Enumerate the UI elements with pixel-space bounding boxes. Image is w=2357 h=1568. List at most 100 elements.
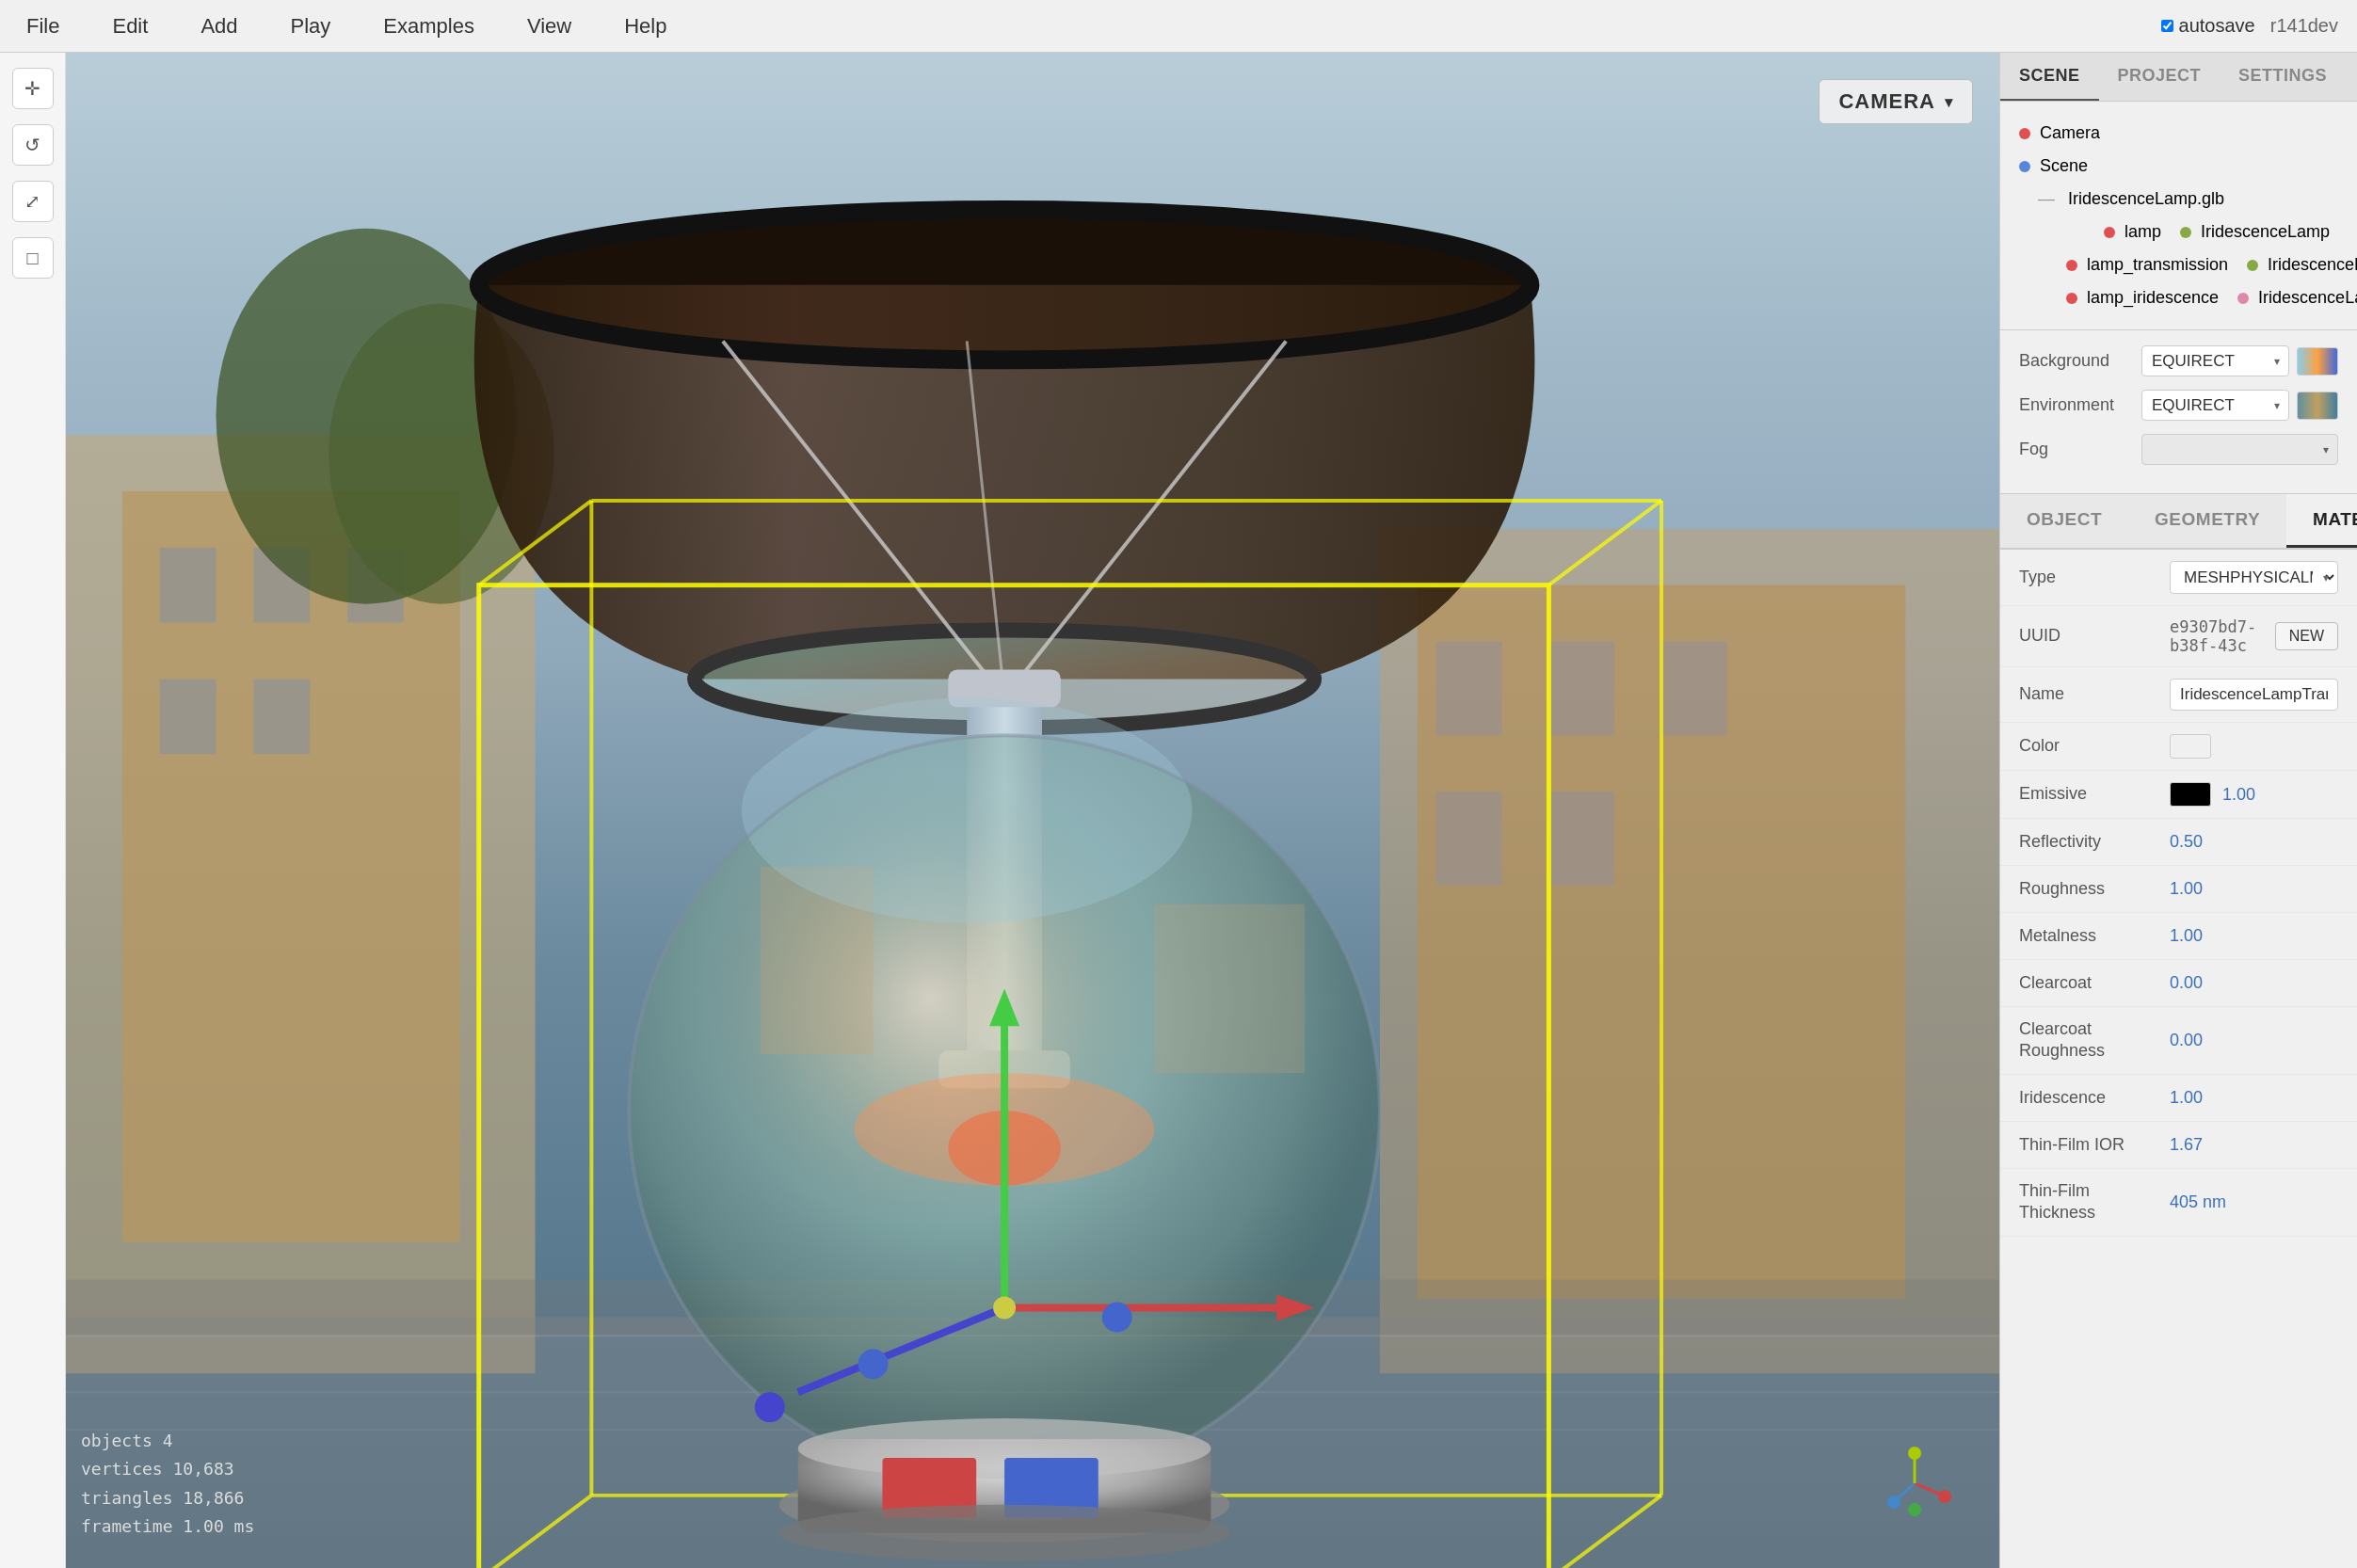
roughness-row: Roughness 1.00 xyxy=(2000,866,2357,913)
lamp2-dot xyxy=(2180,227,2191,238)
iridescence-label: Iridescence xyxy=(2019,1087,2170,1109)
scale-tool-button[interactable]: ⤢ xyxy=(12,181,54,222)
tree-item-scene[interactable]: Scene xyxy=(2000,150,2357,183)
environment-thumbnail[interactable] xyxy=(2297,392,2338,420)
tree-item-iridescence[interactable]: lamp_iridescence IridescenceLamp xyxy=(2000,281,2357,314)
fog-label: Fog xyxy=(2019,440,2141,459)
menu-file[interactable]: File xyxy=(19,10,67,42)
move-tool-button[interactable]: ✛ xyxy=(12,68,54,109)
stat-objects: objects 4 xyxy=(81,1427,254,1456)
camera-tree-label: Camera xyxy=(2040,123,2100,143)
viewport[interactable]: CAMERA ▾ objects 4 vertices 10,683 trian… xyxy=(66,53,1999,1568)
object-geometry-material-tabs: OBJECT GEOMETRY MATERIAL xyxy=(2000,494,2357,550)
uuid-value: e9307bd7-b38f-43c xyxy=(2170,617,2266,655)
svg-line-67 xyxy=(1915,1483,1941,1495)
svg-text:Y: Y xyxy=(1911,1448,1917,1459)
environment-label: Environment xyxy=(2019,395,2141,415)
autosave-checkbox[interactable] xyxy=(2161,20,2173,32)
scale-icon: ⤢ xyxy=(24,190,40,213)
tree-item-lamp[interactable]: lamp IridescenceLamp xyxy=(2000,216,2357,248)
clearcoat-label: Clearcoat xyxy=(2019,972,2170,994)
right-panel: SCENE PROJECT SETTINGS Camera Scene — Ir… xyxy=(1999,53,2357,1568)
stat-triangles: triangles 18,866 xyxy=(81,1484,254,1513)
main-area: ✛ ↺ ⤢ □ xyxy=(0,53,2357,1568)
tree-item-camera[interactable]: Camera xyxy=(2000,117,2357,150)
select-tool-button[interactable]: □ xyxy=(12,237,54,279)
background-select[interactable]: EQUIRECT xyxy=(2141,345,2289,376)
name-label: Name xyxy=(2019,683,2170,705)
menu-view[interactable]: View xyxy=(520,10,579,42)
uuid-row: UUID e9307bd7-b38f-43c NEW xyxy=(2000,606,2357,667)
stats-overlay: objects 4 vertices 10,683 triangles 18,8… xyxy=(81,1427,254,1542)
tab-material[interactable]: MATERIAL xyxy=(2286,494,2357,548)
autosave-toggle[interactable]: autosave xyxy=(2161,15,2255,37)
background-thumbnail[interactable] xyxy=(2297,347,2338,376)
menu-edit[interactable]: Edit xyxy=(104,10,155,42)
svg-point-54 xyxy=(779,1505,1230,1561)
emissive-swatch[interactable] xyxy=(2170,782,2211,807)
move-icon: ✛ xyxy=(24,77,40,100)
tab-geometry[interactable]: GEOMETRY xyxy=(2128,494,2286,548)
reflectivity-value[interactable]: 0.50 xyxy=(2170,832,2203,852)
roughness-label: Roughness xyxy=(2019,878,2170,900)
tab-scene[interactable]: SCENE xyxy=(2000,53,2099,101)
iridescence-value[interactable]: 1.00 xyxy=(2170,1088,2203,1108)
new-uuid-button[interactable]: NEW xyxy=(2275,622,2338,650)
metalness-value[interactable]: 1.00 xyxy=(2170,926,2203,946)
camera-button[interactable]: CAMERA ▾ xyxy=(1819,79,1973,124)
menu-add[interactable]: Add xyxy=(193,10,245,42)
trans2-dot xyxy=(2247,260,2258,271)
environment-select-wrapper: EQUIRECT ▾ xyxy=(2141,390,2289,421)
tab-project[interactable]: PROJECT xyxy=(2099,53,2221,101)
emissive-row: Emissive 1.00 xyxy=(2000,771,2357,819)
lamp-label: lamp xyxy=(2125,222,2161,242)
rotate-icon: ↺ xyxy=(24,134,40,156)
metalness-label: Metalness xyxy=(2019,925,2170,947)
fog-select[interactable] xyxy=(2141,434,2338,465)
emissive-value-row: 1.00 xyxy=(2170,782,2255,807)
type-row: Type MESHPHYSICALMATE ▾ xyxy=(2000,550,2357,606)
svg-rect-12 xyxy=(1661,642,1727,736)
left-toolbar: ✛ ↺ ⤢ □ xyxy=(0,53,66,1568)
trans-label: lamp_transmission xyxy=(2087,255,2228,275)
stat-vertices: vertices 10,683 xyxy=(81,1455,254,1484)
irid-dot xyxy=(2066,293,2077,304)
tab-object[interactable]: OBJECT xyxy=(2000,494,2128,548)
type-select-wrapper: MESHPHYSICALMATE ▾ xyxy=(2170,561,2338,594)
uuid-label: UUID xyxy=(2019,625,2170,647)
menu-play[interactable]: Play xyxy=(283,10,339,42)
clearcoat-value[interactable]: 0.00 xyxy=(2170,973,2203,993)
environment-row: Environment EQUIRECT ▾ xyxy=(2019,390,2338,421)
svg-rect-11 xyxy=(1548,642,1614,736)
type-select[interactable]: MESHPHYSICALMATE xyxy=(2170,561,2338,594)
svg-text:X: X xyxy=(1941,1492,1948,1502)
camera-dot xyxy=(2019,128,2030,139)
color-swatch[interactable] xyxy=(2170,734,2211,759)
thin-film-thickness-value[interactable]: 405 nm xyxy=(2170,1192,2226,1212)
stat-frametime: frametime 1.00 ms xyxy=(81,1512,254,1542)
roughness-value[interactable]: 1.00 xyxy=(2170,879,2203,899)
menu-examples[interactable]: Examples xyxy=(376,10,482,42)
type-label: Type xyxy=(2019,567,2170,588)
thin-film-ior-value[interactable]: 1.67 xyxy=(2170,1135,2203,1155)
menu-help[interactable]: Help xyxy=(617,10,674,42)
svg-rect-7 xyxy=(253,679,310,754)
tab-settings[interactable]: SETTINGS xyxy=(2220,53,2346,101)
clearcoat-roughness-value[interactable]: 0.00 xyxy=(2170,1031,2203,1050)
name-input[interactable] xyxy=(2170,679,2338,711)
tree-item-glb[interactable]: — IridescenceLamp.glb xyxy=(2000,183,2357,216)
environment-select[interactable]: EQUIRECT xyxy=(2141,390,2289,421)
thin-film-thickness-row: Thin-FilmThickness 405 nm xyxy=(2000,1169,2357,1237)
metalness-row: Metalness 1.00 xyxy=(2000,913,2357,960)
emissive-number[interactable]: 1.00 xyxy=(2222,785,2255,805)
clearcoat-roughness-label: ClearcoatRoughness xyxy=(2019,1018,2170,1063)
scene-tree-label: Scene xyxy=(2040,156,2088,176)
glb-tree-label: IridescenceLamp.glb xyxy=(2068,189,2224,209)
svg-point-61 xyxy=(993,1296,1016,1319)
rotate-tool-button[interactable]: ↺ xyxy=(12,124,54,166)
svg-rect-37 xyxy=(1155,904,1306,1073)
svg-rect-6 xyxy=(160,679,216,754)
tree-item-transmission[interactable]: lamp_transmission IridescenceLam xyxy=(2000,248,2357,281)
environment-section: Background EQUIRECT ▾ Environment EQUIRE… xyxy=(2000,330,2357,494)
trans-dot xyxy=(2066,260,2077,271)
